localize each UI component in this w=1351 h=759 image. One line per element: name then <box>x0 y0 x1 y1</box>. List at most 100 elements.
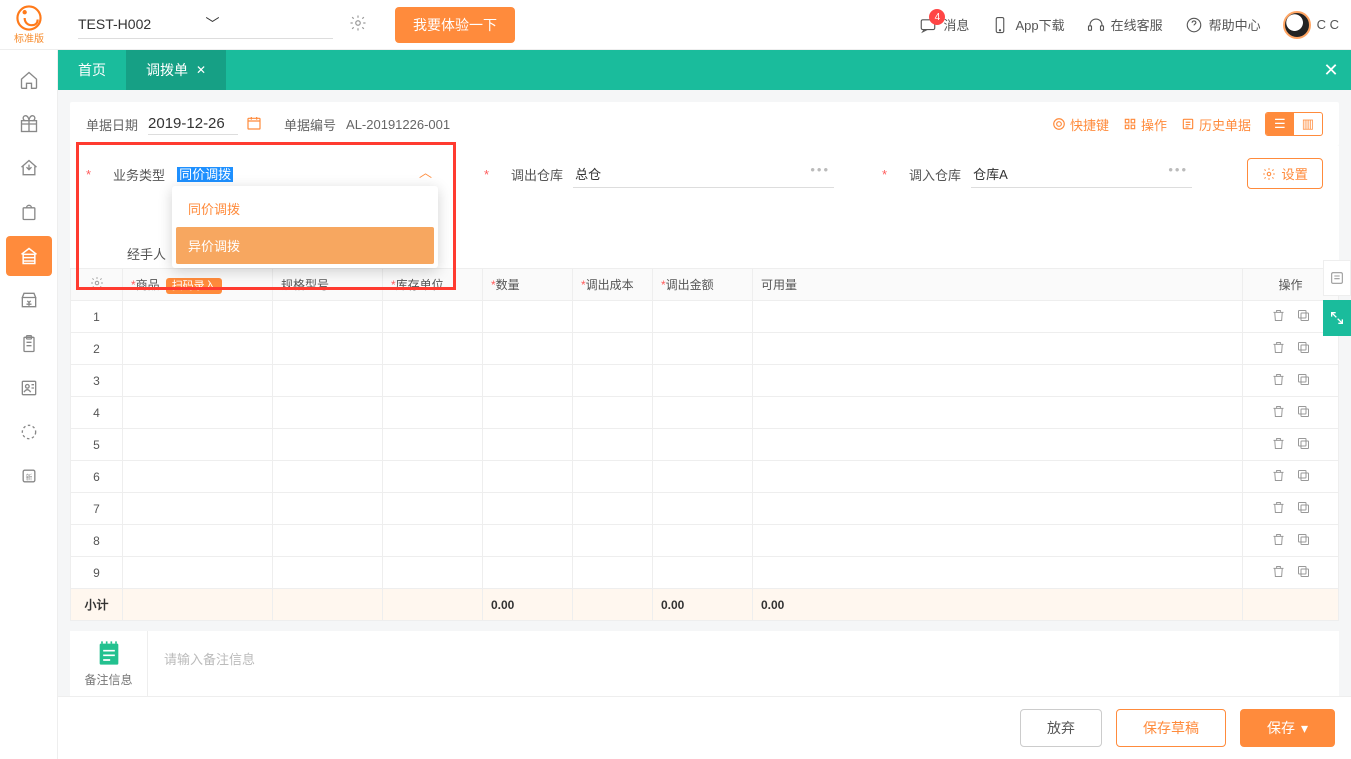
shortcut-link[interactable]: 快捷键 <box>1052 115 1109 134</box>
copy-icon[interactable] <box>1296 404 1311 422</box>
card-view-icon[interactable]: ▥ <box>1294 113 1322 135</box>
top-header: 标准版 TEST-H002 ﹀ 我要体验一下 4 消息 App下载 在线客服 帮… <box>0 0 1351 50</box>
gear-icon[interactable] <box>349 14 367 35</box>
docno-value: AL-20191226-001 <box>346 117 450 132</box>
settings-button[interactable]: 设置 <box>1247 158 1323 189</box>
table-row[interactable]: 8 <box>71 525 1339 557</box>
org-selector[interactable]: TEST-H002 ﹀ <box>78 11 333 39</box>
column-out-cost: *调出成本 <box>573 269 653 301</box>
in-warehouse-value[interactable]: 仓库A ••• <box>971 160 1192 188</box>
items-table: *商品扫码录入 规格型号 *库存单位 *数量 *调出成本 *调出金额 可用量 操… <box>70 268 1339 621</box>
copy-icon[interactable] <box>1296 372 1311 390</box>
copy-icon[interactable] <box>1296 436 1311 454</box>
save-draft-button[interactable]: 保存草稿 <box>1116 709 1226 747</box>
field-out-warehouse[interactable]: * 调出仓库 总仓 ••• <box>484 160 834 188</box>
chevron-up-icon: ︿ <box>419 162 432 181</box>
copy-icon[interactable] <box>1296 500 1311 518</box>
sidebar-contact[interactable] <box>6 368 52 408</box>
more-icon[interactable]: ••• <box>810 162 830 177</box>
copy-icon[interactable] <box>1296 532 1311 550</box>
close-icon[interactable]: ✕ <box>196 63 206 77</box>
column-gear[interactable] <box>71 269 123 301</box>
expand-icon[interactable] <box>1323 300 1351 336</box>
delete-icon[interactable] <box>1271 372 1286 390</box>
column-product: *商品扫码录入 <box>123 269 273 301</box>
table-row[interactable]: 9 <box>71 557 1339 589</box>
table-row[interactable]: 7 <box>71 493 1339 525</box>
remark-icon-block: 备注信息 <box>70 631 148 696</box>
table-row[interactable]: 6 <box>71 461 1339 493</box>
edition-label: 标准版 <box>14 30 44 45</box>
user-menu[interactable]: C C <box>1283 11 1339 39</box>
more-icon[interactable]: ••• <box>1168 162 1188 177</box>
form-card: * 业务类型 同价调拨 ︿ * 调出仓库 总仓 ••• * 调入仓库 仓库A •… <box>70 146 1339 268</box>
scan-button[interactable]: 扫码录入 <box>166 278 222 294</box>
sidebar-clipboard[interactable] <box>6 324 52 364</box>
remark-input[interactable]: 请输入备注信息 <box>148 631 1339 696</box>
operate-link[interactable]: 操作 <box>1123 115 1167 134</box>
out-warehouse-value[interactable]: 总仓 ••• <box>573 160 834 188</box>
table-row[interactable]: 3 <box>71 365 1339 397</box>
tab-bar: 首页 调拨单 ✕ ✕ <box>58 50 1351 90</box>
dropdown-option-diff-price[interactable]: 异价调拨 <box>176 227 434 264</box>
table-header-row: *商品扫码录入 规格型号 *库存单位 *数量 *调出成本 *调出金额 可用量 操… <box>71 269 1339 301</box>
delete-icon[interactable] <box>1271 308 1286 326</box>
date-label: 单据日期 <box>86 115 138 134</box>
sidebar-new[interactable]: 新 <box>6 456 52 496</box>
date-value[interactable]: 2019-12-26 <box>148 113 238 135</box>
dropdown-option-same-price[interactable]: 同价调拨 <box>176 190 434 227</box>
tab-transfer[interactable]: 调拨单 ✕ <box>126 50 226 90</box>
delete-icon[interactable] <box>1271 468 1286 486</box>
footer-actions: 放弃 保存草稿 保存▾ <box>58 696 1351 759</box>
table-row[interactable]: 5 <box>71 429 1339 461</box>
sidebar-bag[interactable] <box>6 192 52 232</box>
calendar-icon[interactable] <box>246 115 262 134</box>
field-biz-type[interactable]: * 业务类型 同价调拨 ︿ <box>86 160 436 188</box>
table-row[interactable]: 2 <box>71 333 1339 365</box>
save-button[interactable]: 保存▾ <box>1240 709 1335 747</box>
trial-button[interactable]: 我要体验一下 <box>395 7 515 43</box>
delete-icon[interactable] <box>1271 500 1286 518</box>
sidebar-home[interactable] <box>6 60 52 100</box>
tab-bar-close[interactable]: ✕ <box>1311 50 1351 90</box>
customer-service-link[interactable]: 在线客服 <box>1087 15 1163 34</box>
messages-link[interactable]: 4 消息 <box>919 15 969 34</box>
copy-icon[interactable] <box>1296 564 1311 582</box>
header-right: 4 消息 App下载 在线客服 帮助中心 C C <box>919 11 1339 39</box>
history-link[interactable]: 历史单据 <box>1181 115 1251 134</box>
list-view-icon[interactable]: ☰ <box>1266 113 1294 135</box>
sidebar-sync[interactable] <box>6 412 52 452</box>
chevron-down-icon: ▾ <box>1301 720 1308 737</box>
side-note-icon[interactable] <box>1323 260 1351 296</box>
help-center-link[interactable]: 帮助中心 <box>1185 15 1261 34</box>
column-spec: 规格型号 <box>273 269 383 301</box>
sidebar: 新 <box>0 50 58 759</box>
field-in-warehouse[interactable]: * 调入仓库 仓库A ••• <box>882 160 1192 188</box>
column-qty: *数量 <box>483 269 573 301</box>
avatar <box>1283 11 1311 39</box>
discard-button[interactable]: 放弃 <box>1020 709 1102 747</box>
table-row[interactable]: 1 <box>71 301 1339 333</box>
sidebar-gift[interactable] <box>6 104 52 144</box>
copy-icon[interactable] <box>1296 308 1311 326</box>
delete-icon[interactable] <box>1271 436 1286 454</box>
remark-card: 备注信息 请输入备注信息 <box>70 631 1339 696</box>
sidebar-warehouse[interactable] <box>6 236 52 276</box>
column-avail: 可用量 <box>753 269 1243 301</box>
view-toggle[interactable]: ☰ ▥ <box>1265 112 1323 136</box>
chevron-down-icon: ﹀ <box>206 14 334 34</box>
delete-icon[interactable] <box>1271 404 1286 422</box>
sidebar-money[interactable] <box>6 280 52 320</box>
delete-icon[interactable] <box>1271 564 1286 582</box>
delete-icon[interactable] <box>1271 340 1286 358</box>
app-download-link[interactable]: App下载 <box>991 15 1064 34</box>
document-header: 单据日期 2019-12-26 单据编号 AL-20191226-001 快捷键… <box>70 102 1339 146</box>
copy-icon[interactable] <box>1296 468 1311 486</box>
copy-icon[interactable] <box>1296 340 1311 358</box>
tab-home[interactable]: 首页 <box>58 50 126 90</box>
org-value: TEST-H002 <box>78 16 206 32</box>
biz-type-value[interactable]: 同价调拨 ︿ <box>175 160 436 188</box>
sidebar-in[interactable] <box>6 148 52 188</box>
delete-icon[interactable] <box>1271 532 1286 550</box>
table-row[interactable]: 4 <box>71 397 1339 429</box>
